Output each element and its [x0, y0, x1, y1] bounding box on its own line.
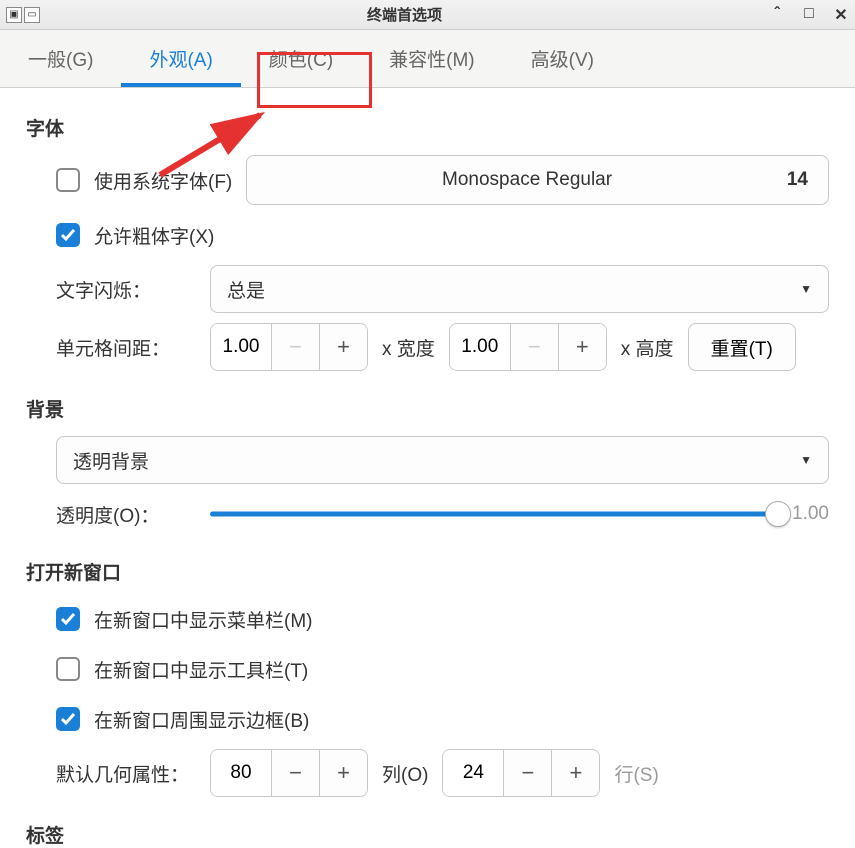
window-buttons: ˆ □ ✕ — [769, 5, 849, 25]
label-allow-bold: 允许粗体字(X) — [94, 222, 214, 249]
section-tabs-title: 标签 — [26, 821, 829, 848]
label-x-width: x 宽度 — [382, 334, 435, 361]
spin-cell-width: − + — [210, 323, 368, 371]
section-font-title: 字体 — [26, 114, 829, 141]
label-show-toolbar: 在新窗口中显示工具栏(T) — [94, 656, 308, 683]
row-show-toolbar: 在新窗口中显示工具栏(T) — [56, 649, 829, 689]
cell-height-decrement[interactable]: − — [510, 324, 558, 370]
row-bg-mode: 透明背景 ▼ — [56, 436, 829, 484]
row-blink: 文字闪烁： 总是 ▼ — [56, 265, 829, 313]
app-icon-1: ▣ — [6, 7, 22, 23]
checkbox-show-border[interactable] — [56, 707, 80, 731]
slider-track — [210, 512, 778, 517]
app-icon-2: ▭ — [24, 7, 40, 23]
maximize-button[interactable]: □ — [801, 5, 817, 25]
spin-rows: − + — [442, 749, 600, 797]
cols-increment[interactable]: + — [319, 750, 367, 796]
tab-compat[interactable]: 兼容性(M) — [361, 30, 502, 87]
slider-opacity[interactable] — [210, 502, 778, 526]
section-bg-title: 背景 — [26, 395, 829, 422]
label-show-border: 在新窗口周围显示边框(B) — [94, 706, 309, 733]
opacity-value: 1.00 — [792, 503, 829, 525]
minimize-button[interactable]: ˆ — [769, 5, 785, 25]
slider-opacity-wrap: 1.00 — [210, 502, 829, 526]
font-name: Monospace Regular — [267, 169, 787, 191]
label-show-menubar: 在新窗口中显示菜单栏(M) — [94, 606, 312, 633]
cell-width-decrement[interactable]: − — [271, 324, 319, 370]
close-button[interactable]: ✕ — [833, 5, 849, 25]
row-allow-bold: 允许粗体字(X) — [56, 215, 829, 255]
dropdown-bg-mode[interactable]: 透明背景 ▼ — [56, 436, 829, 484]
section-newwin-title: 打开新窗口 — [26, 558, 829, 585]
row-show-border: 在新窗口周围显示边框(B) — [56, 699, 829, 739]
content-pane: 字体 使用系统字体(F) Monospace Regular 14 允许粗体字(… — [0, 88, 855, 848]
label-cols: 列(O) — [382, 760, 428, 787]
row-opacity: 透明度(O)： 1.00 — [56, 494, 829, 534]
label-opacity: 透明度(O)： — [56, 501, 196, 528]
titlebar-app-icons: ▣ ▭ — [6, 7, 40, 23]
tab-general[interactable]: 一般(G) — [0, 30, 121, 87]
cell-width-increment[interactable]: + — [319, 324, 367, 370]
font-size: 14 — [787, 169, 808, 191]
label-system-font: 使用系统字体(F) — [94, 167, 232, 194]
tab-bar: 一般(G) 外观(A) 颜色(C) 兼容性(M) 高级(V) — [0, 30, 855, 88]
spin-cell-height: − + — [449, 323, 607, 371]
row-cell-spacing: 单元格间距： − + x 宽度 − + x 高度 重置(T) — [56, 323, 829, 371]
titlebar: ▣ ▭ 终端首选项 ˆ □ ✕ — [0, 0, 855, 30]
rows-decrement[interactable]: − — [503, 750, 551, 796]
rows-increment[interactable]: + — [551, 750, 599, 796]
reset-button[interactable]: 重置(T) — [688, 323, 796, 371]
checkbox-allow-bold[interactable] — [56, 223, 80, 247]
tab-appearance[interactable]: 外观(A) — [121, 30, 240, 87]
tab-color[interactable]: 颜色(C) — [241, 30, 361, 87]
tab-advanced[interactable]: 高级(V) — [503, 30, 622, 87]
font-chooser-button[interactable]: Monospace Regular 14 — [246, 155, 829, 205]
input-rows[interactable] — [443, 750, 503, 796]
label-blink: 文字闪烁： — [56, 276, 196, 303]
cols-decrement[interactable]: − — [271, 750, 319, 796]
label-rows: 行(S) — [614, 760, 658, 787]
label-geometry: 默认几何属性： — [56, 760, 196, 787]
dropdown-blink[interactable]: 总是 ▼ — [210, 265, 829, 313]
input-cols[interactable] — [211, 750, 271, 796]
checkbox-show-toolbar[interactable] — [56, 657, 80, 681]
chevron-down-icon: ▼ — [800, 453, 812, 467]
window-title: 终端首选项 — [40, 4, 769, 25]
label-x-height: x 高度 — [621, 334, 674, 361]
slider-thumb[interactable] — [765, 501, 791, 527]
row-system-font: 使用系统字体(F) Monospace Regular 14 — [56, 155, 829, 205]
row-geometry: 默认几何属性： − + 列(O) − + 行(S) — [56, 749, 829, 797]
input-cell-height[interactable] — [450, 324, 510, 370]
chevron-down-icon: ▼ — [800, 282, 812, 296]
dropdown-blink-value: 总是 — [227, 276, 800, 303]
spin-cols: − + — [210, 749, 368, 797]
checkbox-show-menubar[interactable] — [56, 607, 80, 631]
cell-height-increment[interactable]: + — [558, 324, 606, 370]
checkbox-system-font[interactable] — [56, 168, 80, 192]
dropdown-bg-value: 透明背景 — [73, 447, 800, 474]
row-show-menubar: 在新窗口中显示菜单栏(M) — [56, 599, 829, 639]
label-cell-spacing: 单元格间距： — [56, 334, 196, 361]
input-cell-width[interactable] — [211, 324, 271, 370]
